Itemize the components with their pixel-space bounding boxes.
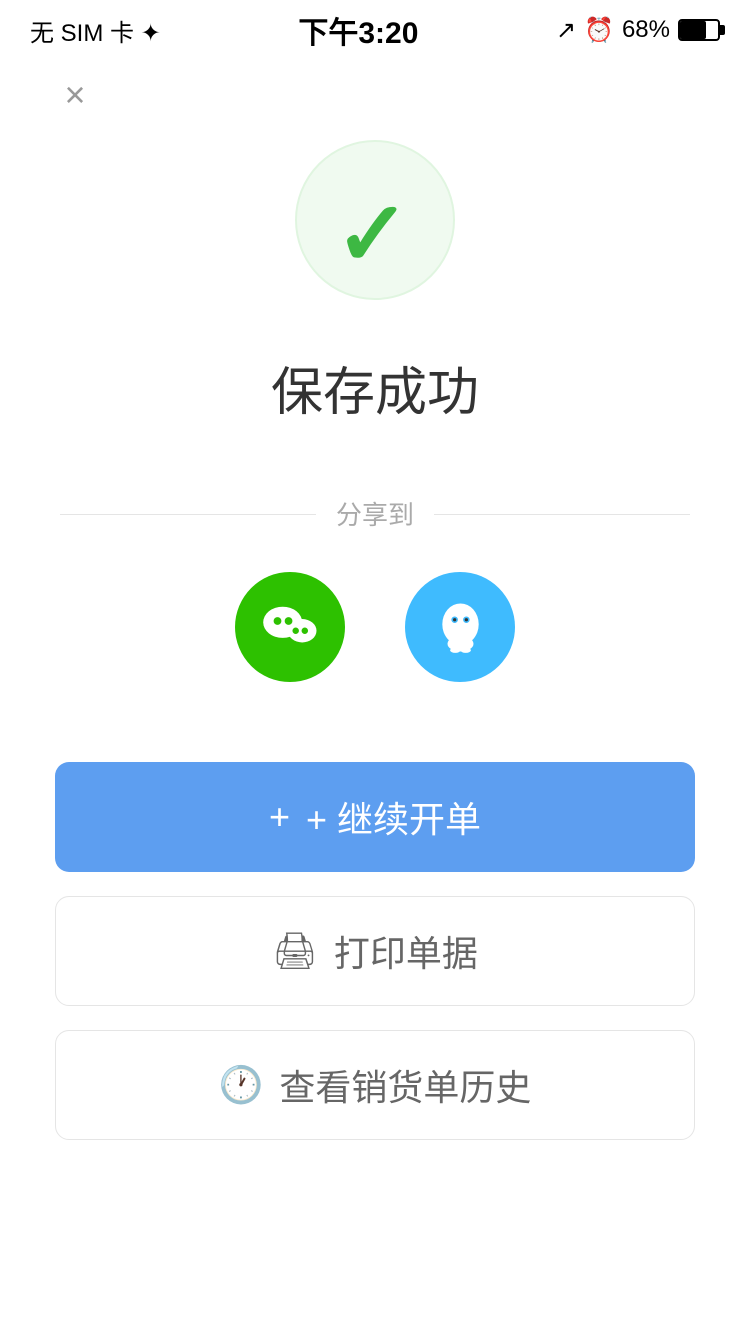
plus-icon: + — [269, 796, 290, 838]
status-right: ↗ ⏰ 68% — [556, 16, 720, 45]
print-icon: 🖨 — [272, 930, 318, 972]
checkmark-icon — [335, 190, 415, 250]
success-title: 保存成功 — [271, 350, 479, 425]
share-divider: 分享到 — [0, 495, 750, 532]
history-label: 查看销货单历史 — [279, 1059, 531, 1111]
share-icons — [235, 572, 515, 682]
battery-percent: 68% — [622, 16, 670, 44]
status-left: 无 SIM 卡 ✦ — [30, 13, 161, 48]
status-time: 下午3:20 — [298, 8, 418, 52]
battery-icon — [678, 19, 720, 41]
status-bar: 无 SIM 卡 ✦ 下午3:20 ↗ ⏰ 68% — [0, 0, 750, 60]
continue-order-button[interactable]: + + 继续开单 — [55, 762, 695, 872]
location-icon: ↗ — [556, 16, 576, 45]
buttons-section: + + 继续开单 🖨 打印单据 🕐 查看销货单历史 — [55, 762, 695, 1140]
clock-icon: 🕐 — [219, 1064, 264, 1106]
close-icon: × — [64, 77, 85, 113]
qq-icon — [428, 595, 493, 660]
print-button[interactable]: 🖨 打印单据 — [55, 896, 695, 1006]
share-label: 分享到 — [316, 495, 434, 532]
history-button[interactable]: 🕐 查看销货单历史 — [55, 1030, 695, 1140]
continue-order-label: + 继续开单 — [306, 791, 481, 843]
success-circle — [295, 140, 455, 300]
print-label: 打印单据 — [334, 925, 478, 977]
main-content: 保存成功 分享到 — [0, 60, 750, 1140]
sim-text: 无 SIM 卡 ✦ — [30, 13, 161, 48]
alarm-icon: ⏰ — [584, 16, 614, 45]
wechat-icon — [258, 595, 323, 660]
wechat-share-button[interactable] — [235, 572, 345, 682]
share-section: 分享到 — [0, 495, 750, 682]
close-button[interactable]: × — [50, 70, 100, 120]
qq-share-button[interactable] — [405, 572, 515, 682]
